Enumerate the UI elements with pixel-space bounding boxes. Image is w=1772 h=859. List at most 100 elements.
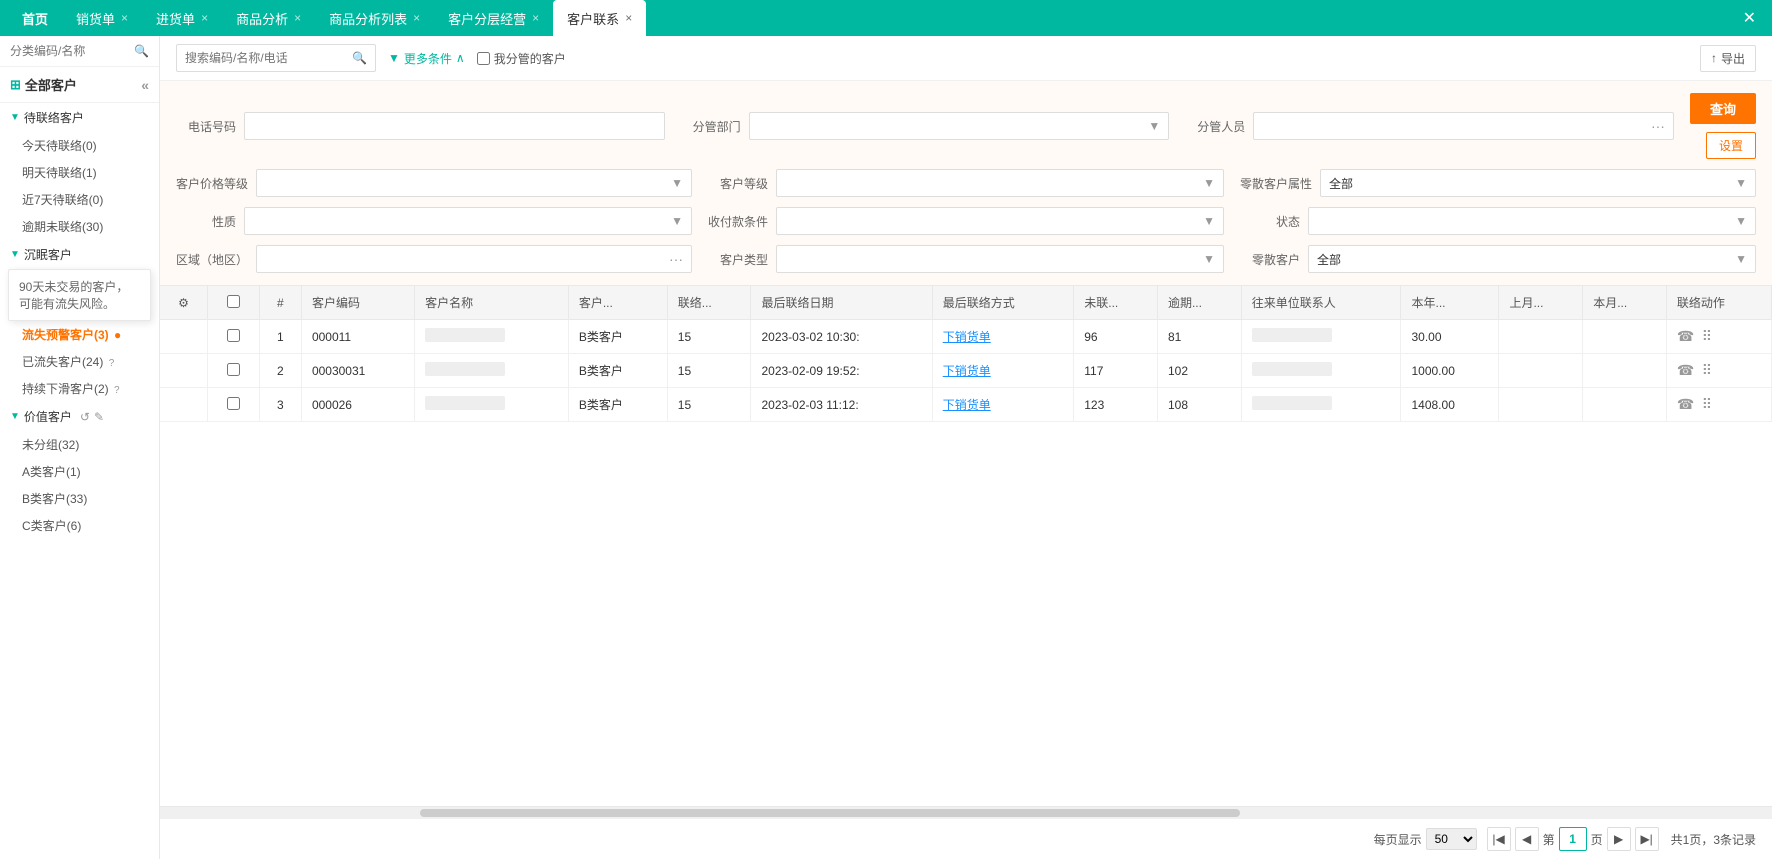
action-more-icon-3[interactable]: ⠿ [1702,396,1712,412]
customer-level-select[interactable]: ▼ [776,169,1224,197]
person-select[interactable]: ··· [1253,112,1674,140]
zero-customer-select[interactable]: 全部▼ [1308,245,1756,273]
arrow-down-icon: ▼ [10,112,20,123]
sidebar-section-value[interactable]: ▼ 价值客户 ↺ ✎ [0,402,159,431]
row-3-checkbox[interactable] [227,397,240,410]
td-last-date-1: 2023-03-02 10:30: [751,320,932,354]
last-way-link-1[interactable]: 下销货单 [943,330,991,344]
th-settings[interactable]: ⚙ [160,286,208,320]
th-type: 客户... [568,286,667,320]
pagination-last-btn[interactable]: ▶| [1635,827,1659,851]
filter-more-btn[interactable]: ▼ 更多条件 ∧ [388,50,465,67]
tab-goods-list-close[interactable]: × [413,11,420,25]
gender-select[interactable]: ▼ [244,207,692,235]
sidebar-item-overdue-contact[interactable]: 逾期未联络(30) [0,213,159,240]
sidebar-search-icon[interactable]: 🔍 [134,44,149,58]
action-contact-icon-3[interactable]: ☎ [1677,396,1694,412]
content-area: 🔍 ▼ 更多条件 ∧ 我分管的客户 ↑ 导出 [160,36,1772,859]
section-pending-label: 待联络客户 [24,109,84,126]
action-more-icon-1[interactable]: ⠿ [1702,328,1712,344]
sidebar-collapse-btn[interactable]: « [141,77,149,93]
horizontal-scrollbar[interactable] [160,806,1772,818]
tab-goods-analysis[interactable]: 商品分析 × [222,0,315,36]
tab-home[interactable]: 首页 [8,0,62,36]
tab-customer-layer-close[interactable]: × [532,11,539,25]
last-way-link-2[interactable]: 下销货单 [943,364,991,378]
sidebar-item-today-contact[interactable]: 今天待联络(0) [0,132,159,159]
sidebar-search-area: 🔍 [0,36,159,67]
row-1-checkbox[interactable] [227,329,240,342]
window-close-btn[interactable]: ✕ [1735,8,1764,28]
value-edit-icon[interactable]: ✎ [94,410,104,424]
td-unit-contact-1 [1241,320,1401,354]
sidebar-item-ungroup[interactable]: 未分组(32) [0,431,159,458]
td-contact-count-2: 15 [667,354,751,388]
filter-search-input[interactable] [185,51,346,65]
td-overdue-1: 81 [1157,320,1241,354]
adv-filter-row-1: 电话号码 分管部门 ▼ 分管人员 ··· 查询 设置 [176,93,1756,159]
td-checkbox-2 [208,354,260,388]
pagination-first-btn[interactable]: |◀ [1487,827,1511,851]
td-action-1: ☎ ⠿ [1666,320,1771,354]
price-level-select[interactable]: ▼ [256,169,692,197]
tab-customer-layer[interactable]: 客户分层经营 × [434,0,553,36]
tab-sales-close[interactable]: × [121,11,128,25]
query-button[interactable]: 查询 [1690,93,1756,124]
sidebar-item-declining[interactable]: 持续下滑客户(2) ? [0,375,159,402]
tab-sales[interactable]: 销货单 × [62,0,142,36]
sidebar-search-input[interactable] [10,44,128,58]
zero-attr-select[interactable]: 全部▼ [1320,169,1756,197]
action-contact-icon-1[interactable]: ☎ [1677,328,1694,344]
action-more-icon-2[interactable]: ⠿ [1702,362,1712,378]
value-refresh-icon[interactable]: ↺ [80,410,90,424]
tab-goods-analysis-close[interactable]: × [294,11,301,25]
phone-input[interactable] [244,112,665,140]
scrollbar-thumb[interactable] [420,809,1240,817]
price-level-caret-icon: ▼ [671,176,683,190]
select-all-checkbox[interactable] [227,295,240,308]
page-label: 第 [1543,831,1555,848]
payment-select[interactable]: ▼ [776,207,1224,235]
sidebar-item-class-a[interactable]: A类客户(1) [0,458,159,485]
customer-type-select[interactable]: ▼ [776,245,1224,273]
region-select[interactable]: ··· [256,245,692,273]
pagination-prev-btn[interactable]: ◀ [1515,827,1539,851]
status-select[interactable]: ▼ [1308,207,1756,235]
sidebar-item-class-b[interactable]: B类客户(33) [0,485,159,512]
row-2-checkbox[interactable] [227,363,240,376]
last-way-link-3[interactable]: 下销货单 [943,398,991,412]
th-last-month: 上月... [1499,286,1583,320]
sidebar-item-lost[interactable]: 已流失客户(24) ? [0,348,159,375]
dept-select[interactable]: ▼ [749,112,1170,140]
customer-type-label: 客户类型 [708,251,768,268]
tab-customer-contact[interactable]: 客户联系 × [553,0,646,36]
settings-gear-icon[interactable]: ⚙ [178,296,189,310]
sidebar-section-pending[interactable]: ▼ 待联络客户 [0,103,159,132]
filter-bar-right: ↑ 导出 [1700,45,1756,72]
sidebar-item-week-contact[interactable]: 近7天待联络(0) [0,186,159,213]
export-button[interactable]: ↑ 导出 [1700,45,1756,72]
pagination-next-btn[interactable]: ▶ [1607,827,1631,851]
action-contact-icon-2[interactable]: ☎ [1677,362,1694,378]
adv-field-zero-customer: 零散客户 全部▼ [1240,245,1756,273]
region-dots[interactable]: ··· [669,251,683,267]
person-dots[interactable]: ··· [1651,118,1665,134]
filter-search-icon[interactable]: 🔍 [352,51,367,65]
sidebar-item-tomorrow-contact[interactable]: 明天待联络(1) [0,159,159,186]
customer-type-caret-icon: ▼ [1203,252,1215,266]
sidebar-section-dormant[interactable]: ▼ 沉眠客户 [0,240,159,269]
tab-purchase[interactable]: 进货单 × [142,0,222,36]
td-index-1: 1 [259,320,301,354]
per-page-dropdown[interactable]: 50 100 200 [1426,828,1477,850]
adv-filter-row-2: 客户价格等级 ▼ 客户等级 ▼ 零散客户属性 全部▼ [176,169,1756,197]
tab-purchase-close[interactable]: × [201,11,208,25]
filter-my-customers[interactable]: 我分管的客户 [477,50,566,67]
tab-goods-list[interactable]: 商品分析列表 × [315,0,434,36]
sidebar-item-class-c[interactable]: C类客户(6) [0,512,159,539]
sidebar-root[interactable]: ⊞ 全部客户 « [0,67,159,103]
my-customers-checkbox[interactable] [477,52,490,65]
tab-customer-contact-close[interactable]: × [625,11,632,25]
settings-button[interactable]: 设置 [1706,132,1756,159]
sidebar-item-loss-warning[interactable]: 流失预警客户(3) ● [0,321,159,348]
unit-contact-blurred-3 [1252,396,1332,410]
